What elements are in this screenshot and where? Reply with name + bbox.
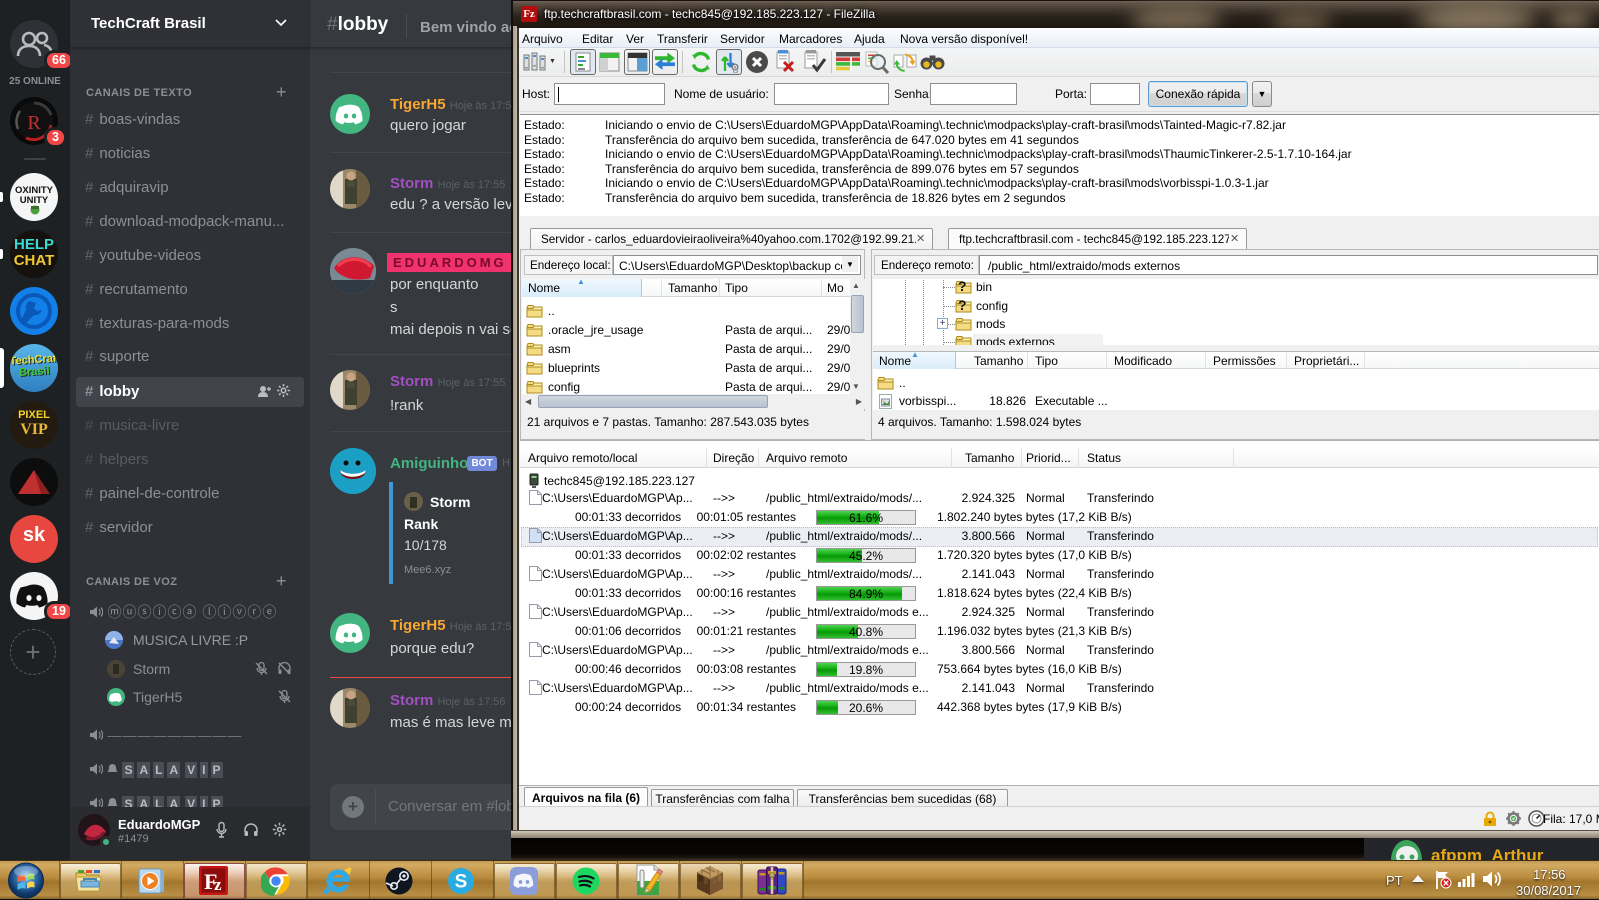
svg-text:S: S [455,872,468,893]
svg-text:UNITY: UNITY [20,195,49,206]
svg-text:z: z [214,875,222,894]
svg-text:R: R [27,112,41,134]
